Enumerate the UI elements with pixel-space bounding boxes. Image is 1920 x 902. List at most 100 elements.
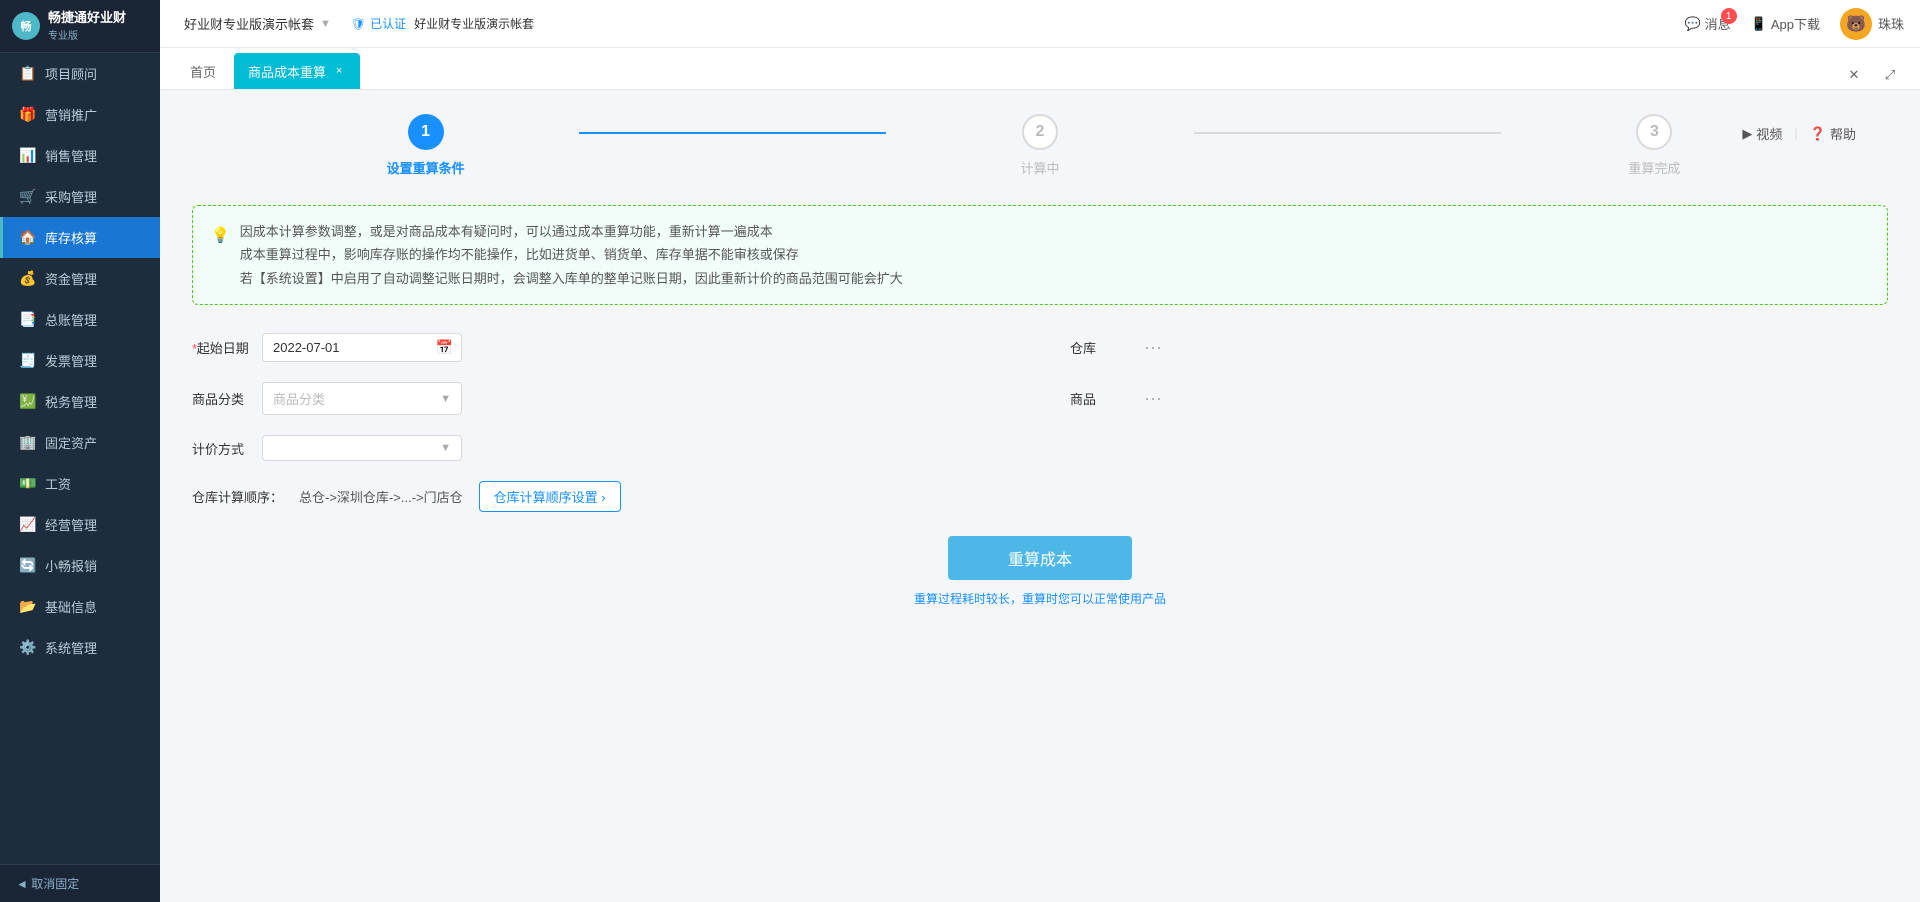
info-icon: 💡 bbox=[211, 222, 230, 290]
category-placeholder: 商品分类 bbox=[273, 389, 436, 408]
pricing-label: 计价方式 bbox=[192, 439, 252, 458]
sidebar-item-label-inventory: 库存核算 bbox=[45, 228, 97, 247]
topbar: 好业财专业版演示帐套 ▼ 🛡 已认证 好业财专业版演示帐套 💬 消息 1 📱 A… bbox=[160, 0, 1920, 48]
goods-select-btn[interactable]: ··· bbox=[1140, 388, 1166, 409]
sidebar-item-label-purchase: 采购管理 bbox=[45, 187, 97, 206]
sidebar-item-ledger[interactable]: 📑 总账管理 bbox=[0, 299, 160, 340]
calendar-icon[interactable]: 📅 bbox=[428, 339, 461, 356]
form-row-2: 商品分类 商品分类 ▼ 商品 ··· bbox=[192, 382, 1888, 415]
sales-icon: 📊 bbox=[19, 146, 37, 164]
warehouse-select-btn[interactable]: ··· bbox=[1140, 337, 1166, 358]
warehouse-order-settings-btn[interactable]: 仓库计算顺序设置 › bbox=[479, 481, 621, 512]
sidebar-item-finance[interactable]: 💰 资金管理 bbox=[0, 258, 160, 299]
expense-icon: 🔄 bbox=[19, 556, 37, 574]
recalc-section: 重算成本 重算过程耗时较长，重算时您可以正常使用产品 bbox=[192, 536, 1888, 607]
step-3-label: 重算完成 bbox=[1628, 158, 1680, 177]
assets-icon: 🏢 bbox=[19, 433, 37, 451]
app-name: 畅捷通好业财 bbox=[48, 10, 148, 27]
user-action[interactable]: 🐻 珠珠 bbox=[1840, 8, 1904, 40]
category-select-arrow: ▼ bbox=[440, 393, 451, 405]
step-connector-1 bbox=[579, 132, 886, 134]
warehouse-label: 仓库 bbox=[1070, 338, 1130, 357]
step-3: 3 重算完成 bbox=[1501, 114, 1808, 177]
notification-badge: 1 bbox=[1721, 8, 1737, 24]
expand-window-btn[interactable]: ⤢ bbox=[1876, 61, 1904, 89]
step-2: 2 计算中 bbox=[886, 114, 1193, 177]
pricing-field: 计价方式 ▼ bbox=[192, 435, 1888, 461]
sidebar-item-invoice[interactable]: 🧾 发票管理 bbox=[0, 340, 160, 381]
message-action[interactable]: 💬 消息 1 bbox=[1684, 14, 1730, 33]
goods-label: 商品 bbox=[1070, 389, 1130, 408]
info-line2: 成本重算过程中，影响库存账的操作均不能操作，比如进货单、销货单、库存单据不能审核… bbox=[240, 243, 903, 266]
step-3-circle: 3 bbox=[1636, 114, 1672, 150]
sidebar-item-label-finance: 资金管理 bbox=[45, 269, 97, 288]
system-icon: ⚙️ bbox=[19, 638, 37, 656]
invoice-icon: 🧾 bbox=[19, 351, 37, 369]
app-edition: 专业版 bbox=[48, 27, 148, 42]
sidebar-item-label-invoice: 发票管理 bbox=[45, 351, 97, 370]
sidebar-item-label-marketing: 营销推广 bbox=[45, 105, 97, 124]
ledger-icon: 📑 bbox=[19, 310, 37, 328]
sidebar-item-project[interactable]: 📋项目顾问 bbox=[0, 53, 160, 94]
app-download-action[interactable]: 📱 App下载 bbox=[1751, 14, 1820, 33]
tab-home[interactable]: 首页 bbox=[176, 53, 230, 89]
tab-close-btn[interactable]: × bbox=[332, 64, 346, 78]
close-window-btn[interactable]: ✕ bbox=[1840, 61, 1868, 89]
start-date-label: * 起始日期 bbox=[192, 338, 252, 357]
sidebar-item-payroll[interactable]: 💵工资 bbox=[0, 463, 160, 504]
step-1-label: 设置重算条件 bbox=[387, 158, 465, 177]
main-area: 好业财专业版演示帐套 ▼ 🛡 已认证 好业财专业版演示帐套 💬 消息 1 📱 A… bbox=[160, 0, 1920, 902]
sidebar-item-assets[interactable]: 🏢固定资产 bbox=[0, 422, 160, 463]
sidebar-nav: 📋项目顾问🎁营销推广📊销售管理🛒采购管理 🏠 库存核算 💰 资金管理 📑 总账管理 🧾 发票管理… bbox=[0, 53, 160, 864]
recalc-btn[interactable]: 重算成本 bbox=[948, 536, 1132, 580]
steps-container: 1 设置重算条件 2 计算中 3 重算完成 bbox=[192, 114, 1888, 177]
sidebar-item-operations[interactable]: 📈经营管理 bbox=[0, 504, 160, 545]
sidebar-item-sales[interactable]: 📊销售管理 bbox=[0, 135, 160, 176]
finance-icon: 💰 bbox=[19, 269, 37, 287]
tab-cost-recalc-label: 商品成本重算 bbox=[248, 62, 326, 81]
app-logo: 畅 bbox=[12, 12, 40, 40]
step-2-label: 计算中 bbox=[1021, 158, 1060, 177]
sidebar-footer[interactable]: ◄ 取消固定 bbox=[0, 864, 160, 902]
unpin-label: ◄ 取消固定 bbox=[16, 875, 79, 892]
warehouse-order-row: 仓库计算顺序： 总仓->深圳仓库->...->门店仓 仓库计算顺序设置 › bbox=[192, 481, 1888, 512]
step-2-circle: 2 bbox=[1022, 114, 1058, 150]
sidebar-item-label-expense: 小畅报销 bbox=[45, 556, 97, 575]
sidebar-item-expense[interactable]: 🔄 小畅报销 bbox=[0, 545, 160, 586]
warehouse-order-btn-label: 仓库计算顺序设置 › bbox=[494, 487, 606, 506]
sidebar-item-label-tax: 税务管理 bbox=[45, 392, 97, 411]
sidebar: 畅 畅捷通好业财 专业版 📋项目顾问🎁营销推广📊销售管理🛒采购管理 🏠 库存核算 💰 资… bbox=[0, 0, 160, 902]
form-row-3: 计价方式 ▼ bbox=[192, 435, 1888, 461]
account-select[interactable]: 好业财专业版演示帐套 ▼ bbox=[176, 10, 339, 37]
sidebar-item-marketing[interactable]: 🎁营销推广 bbox=[0, 94, 160, 135]
start-date-input[interactable]: 2022-07-01 📅 bbox=[262, 333, 462, 362]
form-section: * 起始日期 2022-07-01 📅 仓库 ··· bbox=[192, 333, 1888, 512]
basic-icon: 📂 bbox=[19, 597, 37, 615]
category-select[interactable]: 商品分类 ▼ bbox=[262, 382, 462, 415]
verified-text: 已认证 bbox=[370, 15, 406, 32]
tab-bar: 首页 商品成本重算 × ✕ ⤢ bbox=[160, 48, 1920, 90]
inventory-icon: 🏠 bbox=[19, 228, 37, 246]
info-box: 💡 因成本计算参数调整，或是对商品成本有疑问时，可以通过成本重算功能，重新计算一… bbox=[192, 205, 1888, 305]
sidebar-item-label-payroll: 工资 bbox=[45, 474, 71, 493]
sidebar-item-basic[interactable]: 📂 基础信息 bbox=[0, 586, 160, 627]
tab-cost-recalc[interactable]: 商品成本重算 × bbox=[234, 53, 360, 89]
tax-icon: 💹 bbox=[19, 392, 37, 410]
category-field: 商品分类 商品分类 ▼ bbox=[192, 382, 1010, 415]
message-icon: 💬 bbox=[1684, 16, 1700, 32]
step-1: 1 设置重算条件 bbox=[272, 114, 579, 177]
start-date-field: * 起始日期 2022-07-01 📅 bbox=[192, 333, 1010, 362]
start-date-value: 2022-07-01 bbox=[263, 334, 428, 361]
form-row-1: * 起始日期 2022-07-01 📅 仓库 ··· bbox=[192, 333, 1888, 362]
recalc-note: 重算过程耗时较长，重算时您可以正常使用产品 bbox=[914, 590, 1166, 607]
info-line1: 因成本计算参数调整，或是对商品成本有疑问时，可以通过成本重算功能，重新计算一遍成… bbox=[240, 220, 903, 243]
pricing-select[interactable]: ▼ bbox=[262, 435, 462, 461]
sidebar-item-system[interactable]: ⚙️系统管理 bbox=[0, 627, 160, 668]
sidebar-item-label-project: 项目顾问 bbox=[45, 64, 97, 83]
sidebar-item-label-basic: 基础信息 bbox=[45, 597, 97, 616]
sidebar-item-tax[interactable]: 💹 税务管理 bbox=[0, 381, 160, 422]
sidebar-item-inventory[interactable]: 🏠 库存核算 bbox=[0, 217, 160, 258]
sidebar-item-purchase[interactable]: 🛒采购管理 bbox=[0, 176, 160, 217]
info-line3: 若【系统设置】中启用了自动调整记账日期时，会调整入库单的整单记账日期，因此重新计… bbox=[240, 267, 903, 290]
sidebar-item-label-ledger: 总账管理 bbox=[45, 310, 97, 329]
